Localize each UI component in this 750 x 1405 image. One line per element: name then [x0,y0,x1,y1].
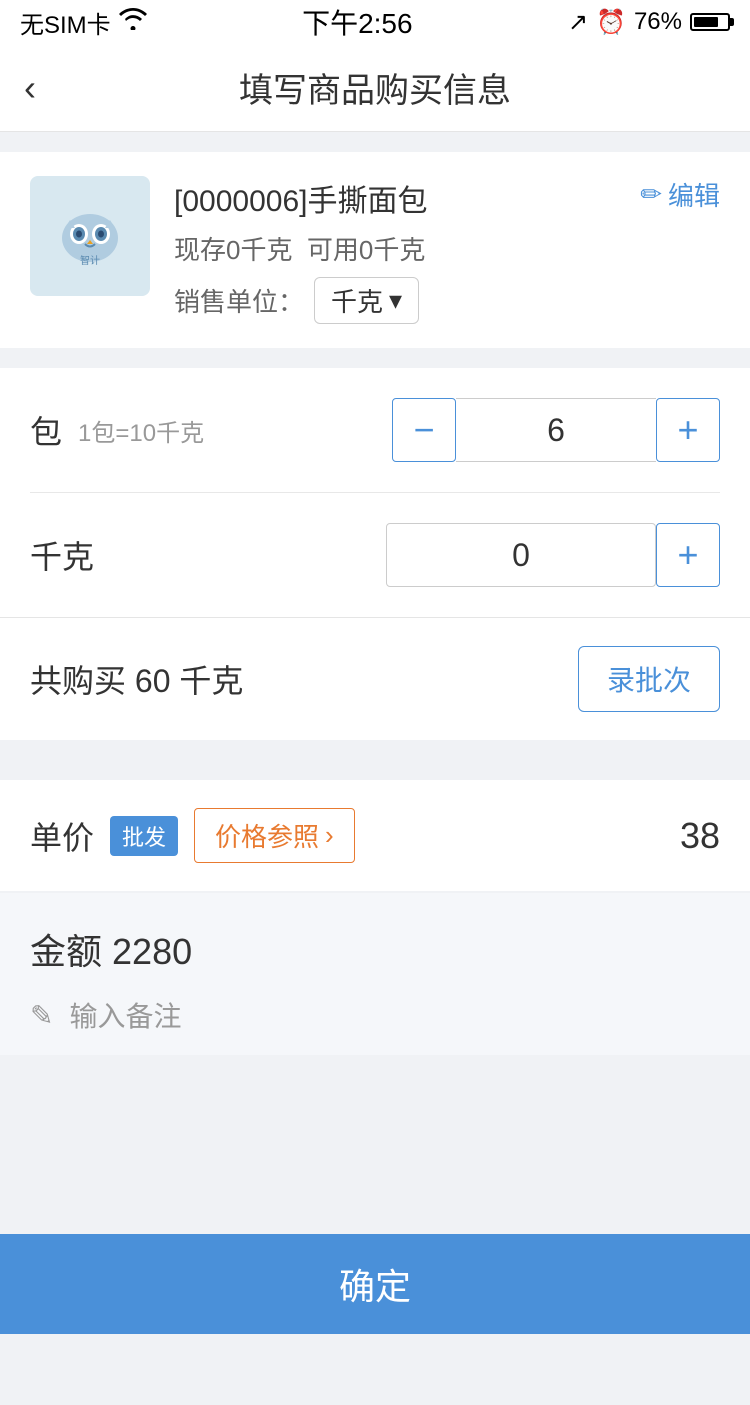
product-stock: 现存0千克 可用0千克 [174,230,616,267]
bottom-space [0,1055,750,1405]
page-title: 填写商品购买信息 [239,63,511,112]
battery-fill [694,17,718,27]
product-unit-row: 销售单位： 千克 ▾ [174,277,616,324]
svg-text:智计: 智计 [80,254,100,266]
product-name: [0000006]手撕面包 [174,176,616,220]
remark-row[interactable]: ✎ 输入备注 [30,995,720,1035]
status-right: ↗ ⏰ 76% [568,8,730,37]
time-display: 下午2:56 [302,2,413,42]
location-icon: ↗ [568,8,588,37]
quantity-section: 包 1包=10千克 − + 千克 + [0,368,750,617]
pack-qty-control: − + [392,398,720,462]
pack-sub-label: 1包=10千克 [78,413,204,448]
nav-bar: ‹ 填写商品购买信息 [0,44,750,132]
price-section: 单价 批发 价格参照 › 38 [0,780,750,891]
price-ref-button[interactable]: 价格参照 › [194,808,355,863]
pack-decrease-button[interactable]: − [392,398,456,462]
kg-label: 千克 [30,532,94,578]
product-card: 智计 [0000006]手撕面包 现存0千克 可用0千克 销售单位： 千克 ▾ … [0,152,750,348]
product-card-right: ✏ 编辑 [640,176,720,213]
pencil-icon: ✎ [30,999,53,1032]
kg-increase-button[interactable]: + [656,523,720,587]
product-info: [0000006]手撕面包 现存0千克 可用0千克 销售单位： 千克 ▾ [174,176,616,324]
batch-button[interactable]: 录批次 [578,646,720,712]
price-label: 单价 [30,813,94,859]
unit-select[interactable]: 千克 ▾ [314,277,419,324]
pack-quantity-input[interactable] [456,398,656,462]
wifi-icon [119,8,147,36]
edit-icon: ✏ [640,179,662,210]
battery-percent: 76% [634,8,682,36]
price-value: 38 [680,815,720,857]
status-bar: 无SIM卡 下午2:56 ↗ ⏰ 76% [0,0,750,44]
product-image: 智计 [30,176,150,296]
product-owl-icon: 智计 [55,206,125,266]
kg-input-row: 千克 + [30,493,720,617]
amount-number: 2280 [112,931,192,972]
section-divider-1 [0,348,750,368]
carrier-text: 无SIM卡 [20,5,111,40]
total-text: 共购买 60 千克 [30,656,243,702]
status-left: 无SIM卡 [20,5,147,40]
edit-button[interactable]: ✏ 编辑 [640,176,720,213]
price-tag: 批发 [110,816,178,856]
alarm-icon: ⏰ [596,8,626,37]
total-row: 共购买 60 千克 录批次 [0,618,750,740]
dropdown-arrow-icon: ▾ [389,285,402,316]
back-button[interactable]: ‹ [24,67,36,109]
confirm-button[interactable]: 确定 [0,1234,750,1334]
amount-row: 金额 2280 [30,923,720,975]
price-ref-arrow-icon: › [325,820,334,851]
section-divider-2 [0,740,750,760]
amount-section: 金额 2280 ✎ 输入备注 [0,893,750,1055]
price-row: 单价 批发 价格参照 › 38 [30,808,720,863]
price-left: 单价 批发 价格参照 › [30,808,355,863]
pack-increase-button[interactable]: + [656,398,720,462]
amount-label: 金额 [30,931,102,972]
remark-placeholder: 输入备注 [69,995,181,1035]
pack-input-row: 包 1包=10千克 − + [30,368,720,493]
battery-icon [690,13,730,31]
kg-qty-control: + [386,523,720,587]
pack-label: 包 1包=10千克 [30,407,204,453]
kg-quantity-input[interactable] [386,523,656,587]
